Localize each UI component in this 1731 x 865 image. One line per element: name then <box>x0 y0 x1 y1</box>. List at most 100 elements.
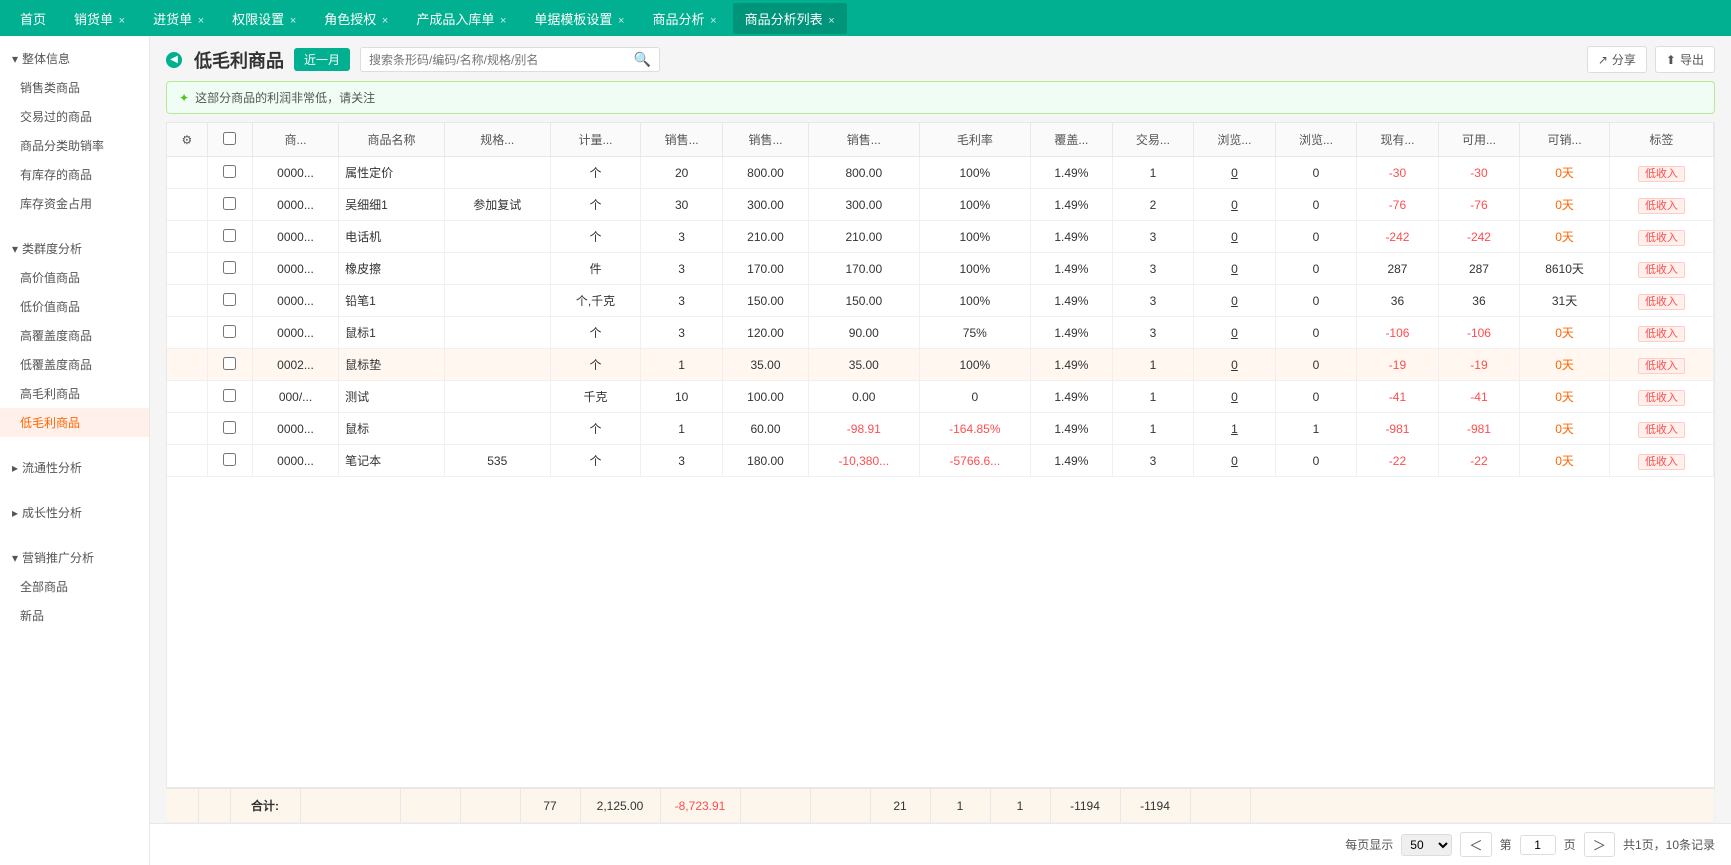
sidebar-group-title-overview[interactable]: ▾ 整体信息 <box>0 44 149 73</box>
nav-analysis[interactable]: 商品分析 × <box>640 3 728 34</box>
sidebar-group-title-circulation[interactable]: ▸ 流通性分析 <box>0 453 149 482</box>
sidebar-item-sales-products[interactable]: 销售类商品 <box>0 73 149 102</box>
table-row: 0000... 电话机 个 3 210.00 210.00 100% 1.49%… <box>167 221 1714 253</box>
sidebar-group-title-growth[interactable]: ▸ 成长性分析 <box>0 498 149 527</box>
table-container[interactable]: ⚙ 商... 商品名称 规格... 计量... <box>166 122 1715 788</box>
cell-gross-margin: 100% <box>919 189 1031 221</box>
row-checkbox[interactable] <box>223 453 236 466</box>
cell-browse2: 0 <box>1275 349 1357 381</box>
sidebar-item-high-margin[interactable]: 高毛利商品 <box>0 379 149 408</box>
filter-period-btn[interactable]: 近一月 <box>294 48 350 71</box>
nav-products-in-close[interactable]: × <box>500 15 506 27</box>
cell-checkbox <box>207 157 252 189</box>
sidebar-group-title-marketing[interactable]: ▾ 营销推广分析 <box>0 543 149 572</box>
sidebar-group-title-cluster[interactable]: ▾ 类群度分析 <box>0 234 149 263</box>
nav-products-in[interactable]: 产成品入库单 × <box>404 3 518 34</box>
browse1-link[interactable]: 0 <box>1231 198 1238 212</box>
tag-badge: 低收入 <box>1638 358 1685 374</box>
share-btn[interactable]: ↗ 分享 <box>1587 46 1647 73</box>
cell-browse1[interactable]: 0 <box>1194 221 1276 253</box>
sidebar-item-traded-products[interactable]: 交易过的商品 <box>0 102 149 131</box>
nav-template-close[interactable]: × <box>618 15 624 27</box>
cell-browse1[interactable]: 0 <box>1194 285 1276 317</box>
cell-name: 橡皮擦 <box>339 253 445 285</box>
prev-page-btn[interactable]: ＜ <box>1460 832 1491 857</box>
sidebar-collapse-btn[interactable]: ◀ <box>166 52 182 68</box>
row-checkbox[interactable] <box>223 229 236 242</box>
nav-purchase[interactable]: 进货单 × <box>141 3 216 34</box>
nav-permissions[interactable]: 权限设置 × <box>220 3 308 34</box>
cell-unit: 千克 <box>550 381 641 413</box>
nav-sales-close[interactable]: × <box>119 15 125 27</box>
row-checkbox[interactable] <box>223 261 236 274</box>
footer-section: 合计: 77 2,125.00 -8,723.91 21 1 1 -1194 -… <box>166 788 1715 823</box>
cell-gross-margin: 100% <box>919 157 1031 189</box>
col-settings[interactable]: ⚙ <box>167 123 207 157</box>
nav-home[interactable]: 首页 <box>8 3 58 34</box>
browse1-link[interactable]: 1 <box>1231 422 1238 436</box>
cell-saleable: 0天 <box>1520 221 1610 253</box>
cell-settings <box>167 381 207 413</box>
browse1-link[interactable]: 0 <box>1231 326 1238 340</box>
cell-browse1[interactable]: 0 <box>1194 445 1276 477</box>
nav-analysis-list[interactable]: 商品分析列表 × <box>733 3 847 34</box>
cell-browse1[interactable]: 0 <box>1194 157 1276 189</box>
row-checkbox[interactable] <box>223 325 236 338</box>
nav-purchase-close[interactable]: × <box>198 15 204 27</box>
cell-browse1[interactable]: 0 <box>1194 381 1276 413</box>
select-all-checkbox[interactable] <box>223 132 236 145</box>
row-checkbox[interactable] <box>223 293 236 306</box>
cell-browse1[interactable]: 1 <box>1194 413 1276 445</box>
nav-analysis-list-close[interactable]: × <box>828 15 834 27</box>
nav-sales[interactable]: 销货单 × <box>62 3 137 34</box>
sidebar-item-low-margin[interactable]: 低毛利商品 <box>0 408 149 437</box>
browse1-link[interactable]: 0 <box>1231 358 1238 372</box>
cell-tag: 低收入 <box>1609 253 1713 285</box>
browse1-link[interactable]: 0 <box>1231 262 1238 276</box>
browse1-link[interactable]: 0 <box>1231 294 1238 308</box>
browse1-link[interactable]: 0 <box>1231 230 1238 244</box>
search-icon[interactable]: 🔍 <box>634 51 651 68</box>
sidebar-item-new-products[interactable]: 新品 <box>0 601 149 630</box>
cell-gross-margin: 100% <box>919 349 1031 381</box>
row-checkbox[interactable] <box>223 357 236 370</box>
next-page-btn[interactable]: ＞ <box>1584 832 1615 857</box>
col-current-stock: 现有... <box>1357 123 1439 157</box>
cell-browse1[interactable]: 0 <box>1194 189 1276 221</box>
row-checkbox[interactable] <box>223 421 236 434</box>
nav-template[interactable]: 单据模板设置 × <box>522 3 636 34</box>
row-checkbox[interactable] <box>223 165 236 178</box>
row-checkbox[interactable] <box>223 389 236 402</box>
cell-checkbox <box>207 317 252 349</box>
browse1-link[interactable]: 0 <box>1231 454 1238 468</box>
nav-analysis-close[interactable]: × <box>710 15 716 27</box>
search-input[interactable] <box>369 53 634 67</box>
page-input[interactable] <box>1520 835 1556 855</box>
nav-roles[interactable]: 角色授权 × <box>312 3 400 34</box>
nav-roles-close[interactable]: × <box>382 15 388 27</box>
cell-browse1[interactable]: 0 <box>1194 349 1276 381</box>
sidebar-item-all-products[interactable]: 全部商品 <box>0 572 149 601</box>
col-transaction: 交易... <box>1112 123 1194 157</box>
cell-settings <box>167 253 207 285</box>
sidebar-item-high-coverage[interactable]: 高覆盖度商品 <box>0 321 149 350</box>
cell-settings <box>167 221 207 253</box>
browse1-link[interactable]: 0 <box>1231 166 1238 180</box>
sidebar-item-high-value[interactable]: 高价值商品 <box>0 263 149 292</box>
sidebar-item-low-coverage[interactable]: 低覆盖度商品 <box>0 350 149 379</box>
sidebar-item-category-rate[interactable]: 商品分类助销率 <box>0 131 149 160</box>
sidebar-item-stock-capital[interactable]: 库存资金占用 <box>0 189 149 218</box>
browse1-link[interactable]: 0 <box>1231 390 1238 404</box>
cell-available: 287 <box>1438 253 1520 285</box>
sidebar-item-in-stock[interactable]: 有库存的商品 <box>0 160 149 189</box>
nav-permissions-close[interactable]: × <box>290 15 296 27</box>
main-content: ◀ 低毛利商品 近一月 🔍 ↗ 分享 ⬆ 导出 ✦ 这部分商品的利润非常低， <box>150 36 1731 865</box>
cell-browse1[interactable]: 0 <box>1194 253 1276 285</box>
sidebar-group-circulation: ▸ 流通性分析 <box>0 445 149 490</box>
sidebar-item-low-value[interactable]: 低价值商品 <box>0 292 149 321</box>
export-btn[interactable]: ⬆ 导出 <box>1655 46 1715 73</box>
cell-browse1[interactable]: 0 <box>1194 317 1276 349</box>
row-checkbox[interactable] <box>223 197 236 210</box>
per-page-select[interactable]: 50 20 100 <box>1401 834 1452 856</box>
cell-checkbox <box>207 253 252 285</box>
